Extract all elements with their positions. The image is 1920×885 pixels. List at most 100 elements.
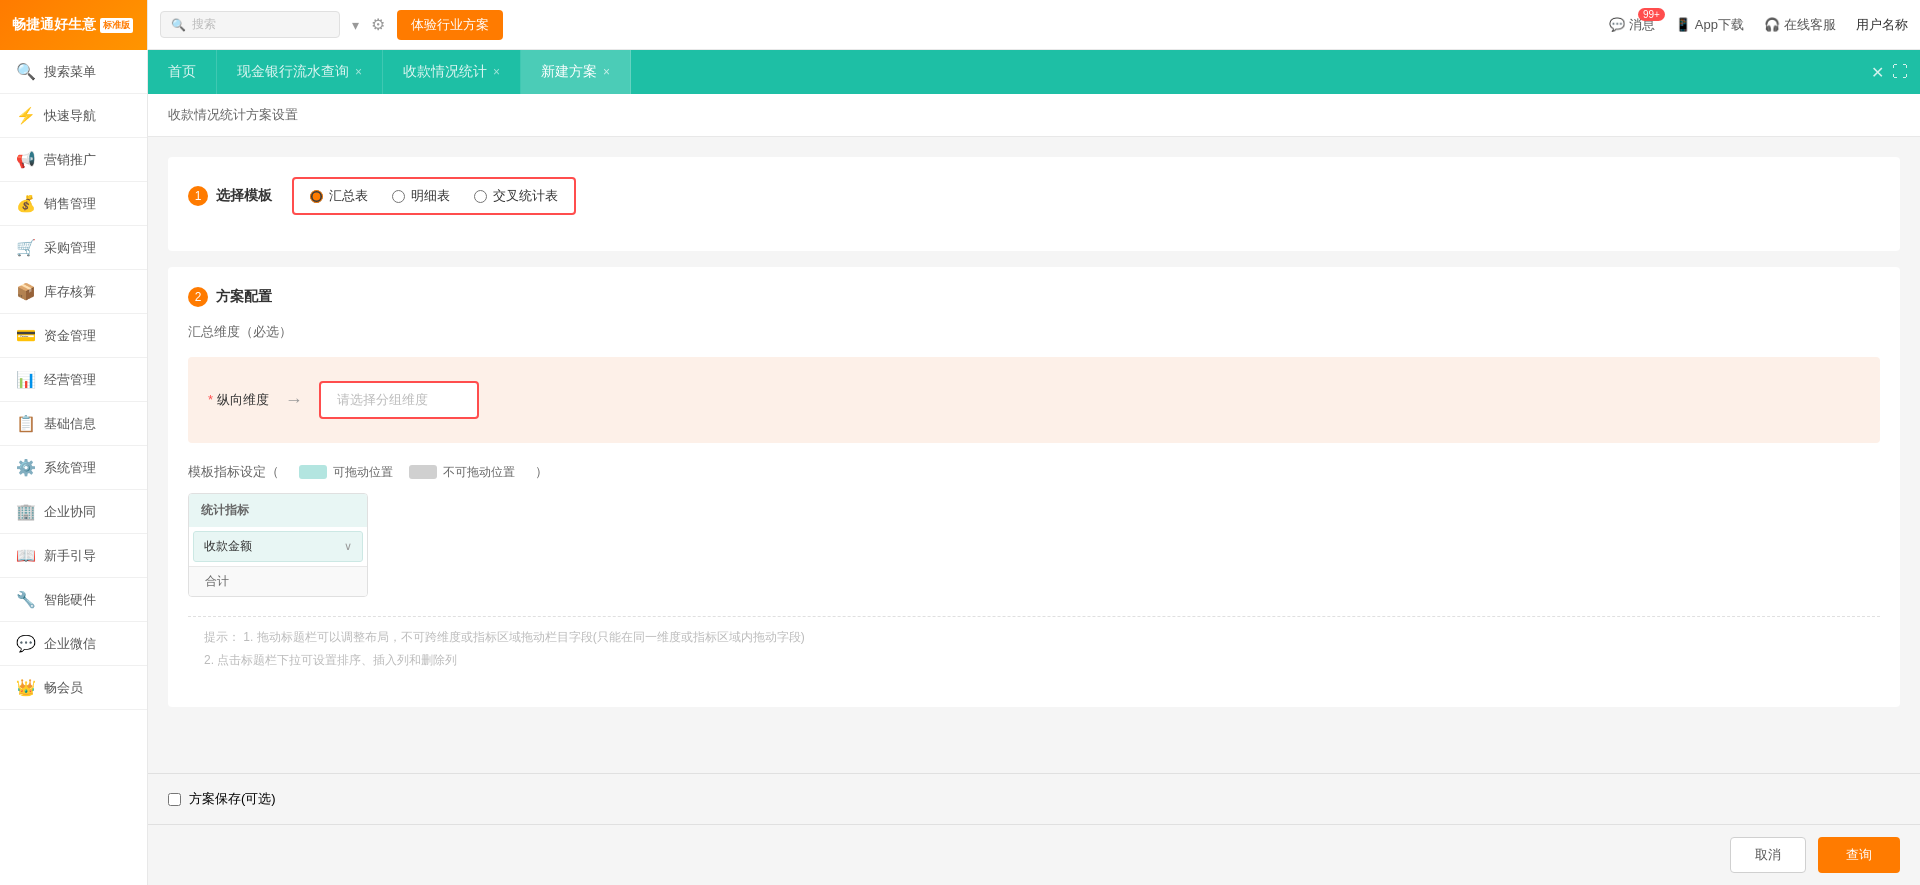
nav-tabs-bar: 首页 现金银行流水查询 × 收款情况统计 × 新建方案 × ✕ ⛶ <box>148 50 1920 94</box>
sidebar-item-enterprise[interactable]: 🏢 企业协同 <box>0 490 147 534</box>
radio-summary-input[interactable] <box>310 190 323 203</box>
dropdown-arrow-icon[interactable]: ▾ <box>352 17 359 33</box>
stats-cell-label: 收款金额 <box>204 538 252 555</box>
config-section: 2 方案配置 汇总维度（必选） * 纵向维度 → 请选择分组维度 <box>168 267 1900 707</box>
sidebar-item-label: 智能硬件 <box>44 591 96 609</box>
purchase-icon: 🛒 <box>16 238 36 257</box>
stats-cell-amount[interactable]: 收款金额 ∨ <box>193 531 363 562</box>
marketing-icon: 📢 <box>16 150 36 169</box>
online-service-item[interactable]: 🎧 在线客服 <box>1764 16 1836 34</box>
sidebar-item-label: 企业协同 <box>44 503 96 521</box>
notification-item[interactable]: 💬 消息 99+ <box>1609 16 1655 34</box>
radio-summary-label: 汇总表 <box>329 187 368 205</box>
app-download-item[interactable]: 📱 App下载 <box>1675 16 1744 34</box>
sidebar-item-search[interactable]: 🔍 搜索菜单 <box>0 50 147 94</box>
cancel-button[interactable]: 取消 <box>1730 837 1806 873</box>
industry-button[interactable]: 体验行业方案 <box>397 10 503 40</box>
radio-detail-label: 明细表 <box>411 187 450 205</box>
save-checkbox[interactable] <box>168 793 181 806</box>
content-area: 收款情况统计方案设置 1 选择模板 汇总表 明细表 <box>148 94 1920 885</box>
radio-detail[interactable]: 明细表 <box>392 187 450 205</box>
step1-header: 1 选择模板 汇总表 明细表 交叉统计表 <box>188 177 1880 215</box>
tab-newplan-label: 新建方案 <box>541 63 597 81</box>
radio-cross[interactable]: 交叉统计表 <box>474 187 558 205</box>
radio-detail-input[interactable] <box>392 190 405 203</box>
content-body: 1 选择模板 汇总表 明细表 交叉统计表 <box>148 137 1920 773</box>
sidebar-item-system[interactable]: ⚙️ 系统管理 <box>0 446 147 490</box>
service-icon: 🎧 <box>1764 17 1780 32</box>
sidebar-item-label: 搜索菜单 <box>44 63 96 81</box>
dimension-area: * 纵向维度 → 请选择分组维度 <box>188 357 1880 443</box>
notification-badge: 99+ <box>1638 8 1665 21</box>
step1-label: 选择模板 <box>216 187 272 205</box>
edition-badge: 标准版 <box>100 18 133 33</box>
window-close-icon[interactable]: ✕ <box>1871 63 1884 82</box>
inventory-icon: 📦 <box>16 282 36 301</box>
sidebar-item-inventory[interactable]: 📦 库存核算 <box>0 270 147 314</box>
closing-paren: ） <box>535 463 548 481</box>
template-options-group: 汇总表 明细表 交叉统计表 <box>292 177 576 215</box>
sidebar-item-hardware[interactable]: 🔧 智能硬件 <box>0 578 147 622</box>
tab-home-label: 首页 <box>168 63 196 81</box>
window-expand-icon[interactable]: ⛶ <box>1892 63 1908 81</box>
required-marker: * <box>208 392 213 407</box>
step2-label: 方案配置 <box>216 288 272 306</box>
sidebar-item-label: 基础信息 <box>44 415 96 433</box>
search-icon: 🔍 <box>171 18 186 32</box>
app-logo: 畅捷通好生意 标准版 <box>0 0 147 50</box>
sidebar-item-management[interactable]: 📊 经营管理 <box>0 358 147 402</box>
radio-summary[interactable]: 汇总表 <box>310 187 368 205</box>
sidebar-item-basic[interactable]: 📋 基础信息 <box>0 402 147 446</box>
enterprise-icon: 🏢 <box>16 502 36 521</box>
sidebar-item-marketing[interactable]: 📢 营销推广 <box>0 138 147 182</box>
gear-icon[interactable]: ⚙ <box>371 15 385 34</box>
arrow-icon: → <box>285 390 303 411</box>
basic-icon: 📋 <box>16 414 36 433</box>
sidebar-item-member[interactable]: 👑 畅会员 <box>0 666 147 710</box>
stats-header: 统计指标 <box>189 494 367 527</box>
sidebar-item-sales[interactable]: 💰 销售管理 <box>0 182 147 226</box>
sidebar-item-purchase[interactable]: 🛒 采购管理 <box>0 226 147 270</box>
username-display[interactable]: 用户名称 <box>1856 16 1908 34</box>
draggable-color-box <box>299 465 327 479</box>
guide-icon: 📖 <box>16 546 36 565</box>
tab-collection-label: 收款情况统计 <box>403 63 487 81</box>
sidebar-item-quicknav[interactable]: ⚡ 快速导航 <box>0 94 147 138</box>
tab-collection-close[interactable]: × <box>493 65 500 79</box>
query-button[interactable]: 查询 <box>1818 837 1900 873</box>
dimension-select[interactable]: 请选择分组维度 <box>319 381 479 419</box>
download-label: App下载 <box>1695 16 1744 34</box>
metrics-legend: 可拖动位置 不可拖动位置 <box>299 464 515 481</box>
sidebar-item-label: 资金管理 <box>44 327 96 345</box>
member-icon: 👑 <box>16 678 36 697</box>
radio-cross-label: 交叉统计表 <box>493 187 558 205</box>
legend-draggable: 可拖动位置 <box>299 464 393 481</box>
footer-bar: 取消 查询 <box>148 824 1920 885</box>
download-icon: 📱 <box>1675 17 1691 32</box>
sidebar-item-label: 采购管理 <box>44 239 96 257</box>
tab-collection[interactable]: 收款情况统计 × <box>383 50 521 94</box>
topbar: 🔍 搜索 ▾ ⚙ 体验行业方案 💬 消息 99+ 📱 App下载 🎧 在线客服 … <box>148 0 1920 50</box>
dimension-subtitle: 汇总维度（必选） <box>188 323 1880 341</box>
tab-newplan[interactable]: 新建方案 × <box>521 50 631 94</box>
sidebar-item-label: 库存核算 <box>44 283 96 301</box>
tab-cashbank[interactable]: 现金银行流水查询 × <box>217 50 383 94</box>
dropdown-arrow-icon[interactable]: ∨ <box>344 540 352 553</box>
tab-cashbank-close[interactable]: × <box>355 65 362 79</box>
search-box[interactable]: 🔍 搜索 <box>160 11 340 38</box>
sidebar-item-wechat[interactable]: 💬 企业微信 <box>0 622 147 666</box>
vertical-label-text: 纵向维度 <box>217 392 269 407</box>
system-icon: ⚙️ <box>16 458 36 477</box>
quick-icon: ⚡ <box>16 106 36 125</box>
sidebar-item-finance[interactable]: 💳 资金管理 <box>0 314 147 358</box>
vertical-dimension-label: * 纵向维度 <box>208 391 269 409</box>
hardware-icon: 🔧 <box>16 590 36 609</box>
tab-newplan-close[interactable]: × <box>603 65 610 79</box>
hint-line1: 提示： 1. 拖动标题栏可以调整布局，不可跨维度或指标区域拖动栏目字段(只能在同… <box>204 629 1864 646</box>
management-icon: 📊 <box>16 370 36 389</box>
tab-home[interactable]: 首页 <box>148 50 217 94</box>
sidebar-item-guide[interactable]: 📖 新手引导 <box>0 534 147 578</box>
radio-cross-input[interactable] <box>474 190 487 203</box>
hints-area: 提示： 1. 拖动标题栏可以调整布局，不可跨维度或指标区域拖动栏目字段(只能在同… <box>188 616 1880 687</box>
finance-icon: 💳 <box>16 326 36 345</box>
